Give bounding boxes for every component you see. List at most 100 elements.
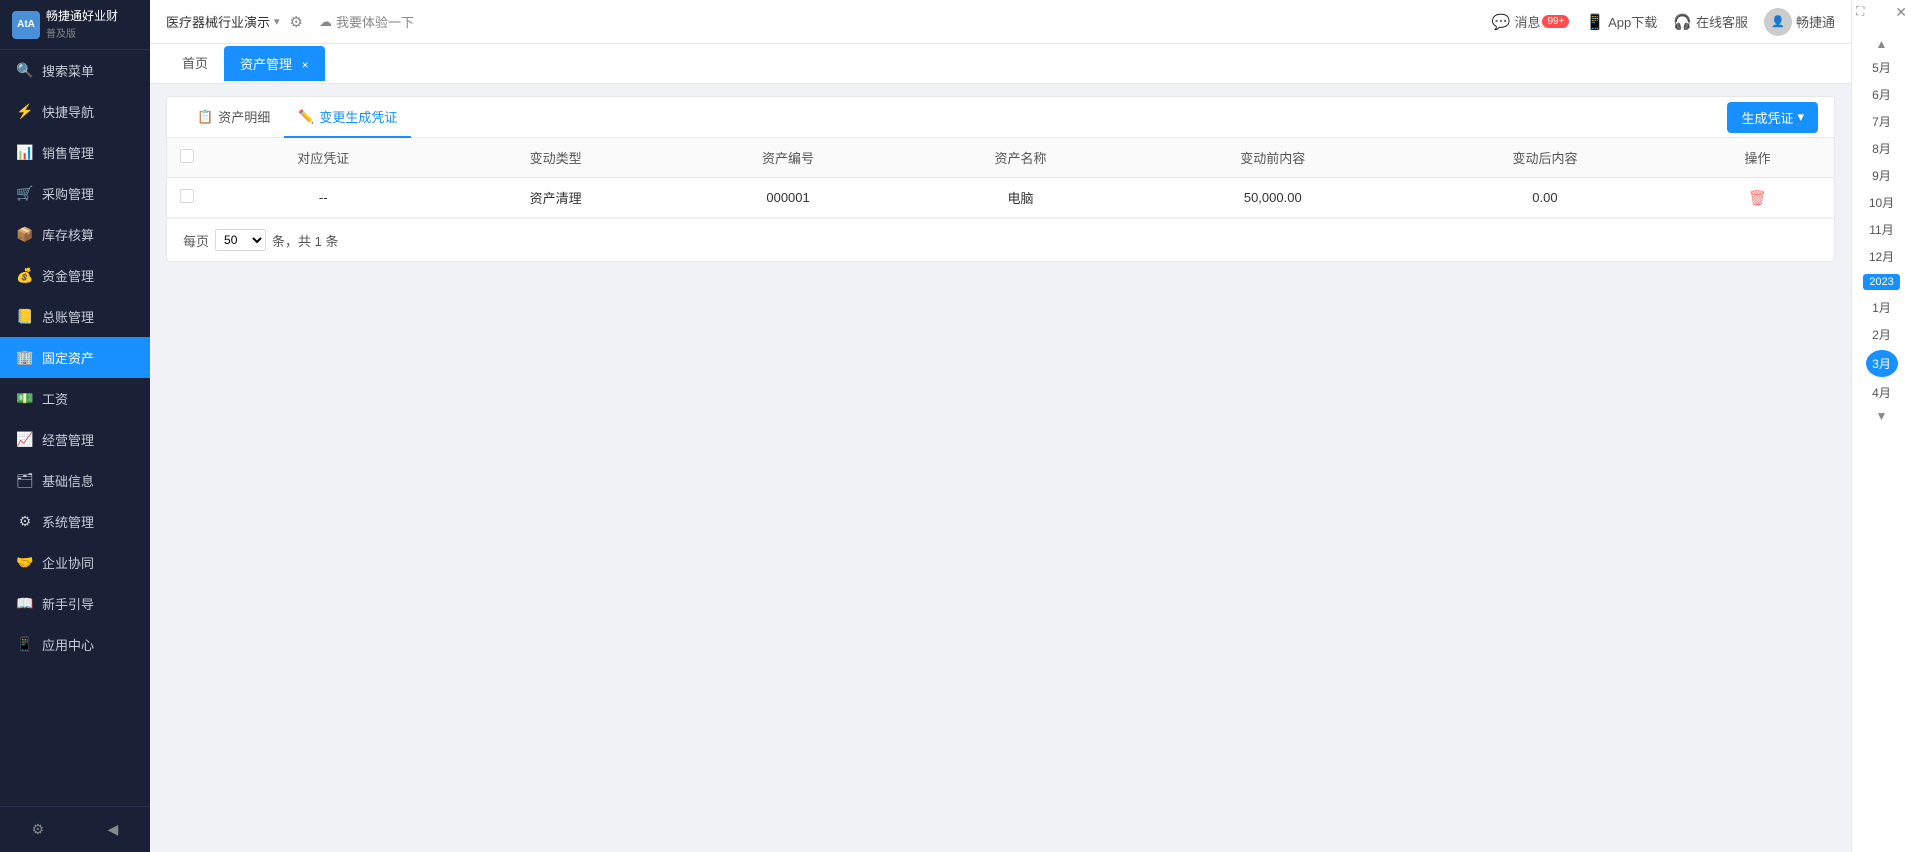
logo-subtitle: 普及版	[46, 25, 118, 40]
col-checkbox	[167, 138, 207, 178]
sidebar-label-search: 搜索菜单	[42, 61, 94, 80]
generate-voucher-label: 生成凭证	[1741, 108, 1793, 127]
row-asset-code-0: 000001	[672, 178, 904, 218]
sidebar-settings-btn[interactable]: ⚙	[22, 815, 55, 844]
customer-service-action[interactable]: 🎧 在线客服	[1673, 12, 1748, 31]
delete-row-0[interactable]: 🗑	[1748, 190, 1767, 207]
tab-asset-mgmt-label: 资产管理	[240, 57, 292, 72]
sales-icon: 📊	[16, 144, 34, 162]
topbar-experience[interactable]: ☁ 我要体验一下	[319, 12, 414, 31]
sidebar-label-funds: 资金管理	[42, 266, 94, 285]
sidebar-item-system[interactable]: ⚙ 系统管理	[0, 501, 150, 542]
messages-icon: 💬	[1492, 13, 1511, 31]
user-name: 畅捷通	[1796, 12, 1835, 31]
sidebar-item-basic-info[interactable]: 🗂 基础信息	[0, 460, 150, 501]
month-12[interactable]: 12月	[1857, 243, 1907, 270]
sidebar-label-app-center: 应用中心	[42, 635, 94, 654]
month-8[interactable]: 8月	[1857, 135, 1907, 162]
table-row: -- 资产清理 000001 电脑 50,000.00 0.00 🗑	[167, 178, 1834, 218]
tab-asset-mgmt[interactable]: 资产管理 ×	[224, 46, 325, 81]
sidebar-item-sales[interactable]: 📊 销售管理	[0, 132, 150, 173]
right-panel-close-icon[interactable]: ✕	[1895, 4, 1907, 21]
sidebar-item-purchase[interactable]: 🛒 采购管理	[0, 173, 150, 214]
right-panel: ✕ ⛶ ▲ 5月 6月 7月 8月 9月 10月 11月 12月 2023 1月…	[1851, 0, 1911, 852]
logo-icon: AtA	[12, 11, 40, 39]
system-icon: ⚙	[16, 513, 34, 531]
change-voucher-icon: ✏️	[298, 109, 314, 125]
row-after-change-0: 0.00	[1409, 178, 1681, 218]
sidebar-item-search[interactable]: 🔍 搜索菜单	[0, 50, 150, 91]
tab-close-icon[interactable]: ×	[302, 58, 309, 72]
sidebar-item-quick-nav[interactable]: ⚡ 快捷导航	[0, 91, 150, 132]
logo-initials: AtA	[17, 19, 35, 30]
sidebar-item-app-center[interactable]: 📱 应用中心	[0, 624, 150, 665]
messages-label: 消息	[1514, 12, 1540, 31]
customer-service-icon: 🎧	[1673, 13, 1692, 31]
app-download-action[interactable]: 📱 App下载	[1585, 12, 1657, 31]
subtab-change-voucher[interactable]: ✏️ 变更生成凭证	[284, 97, 411, 138]
sidebar-item-inventory[interactable]: 📦 库存核算	[0, 214, 150, 255]
tab-home-label: 首页	[182, 56, 208, 71]
topbar: 医疗器械行业演示 ▾ ⚙ ☁ 我要体验一下 💬 消息 99+ 📱 App下载 🎧…	[150, 0, 1851, 44]
generate-voucher-button[interactable]: 生成凭证 ▾	[1727, 102, 1818, 133]
month-2[interactable]: 2月	[1857, 321, 1907, 348]
generate-chevron-icon: ▾	[1797, 109, 1804, 125]
month-1[interactable]: 1月	[1857, 294, 1907, 321]
per-page-select[interactable]: 50 10 20 100	[215, 229, 266, 251]
company-chevron-icon: ▾	[274, 15, 280, 28]
month-9[interactable]: 9月	[1857, 162, 1907, 189]
col-before-change: 变动前内容	[1137, 138, 1409, 178]
user-action[interactable]: 👤 畅捷通	[1764, 8, 1835, 36]
year-badge[interactable]: 2023	[1863, 274, 1899, 290]
sidebar-item-funds[interactable]: 💰 资金管理	[0, 255, 150, 296]
sidebar-label-payroll: 工资	[42, 389, 68, 408]
payroll-icon: 💵	[16, 390, 34, 408]
right-panel-expand-icon[interactable]: ⛶	[1856, 4, 1864, 19]
month-6[interactable]: 6月	[1857, 81, 1907, 108]
operations-icon: 📈	[16, 431, 34, 449]
sidebar-label-basic-info: 基础信息	[42, 471, 94, 490]
panel-up-btn[interactable]: ▲	[1872, 34, 1892, 54]
sidebar-item-ledger[interactable]: 📒 总账管理	[0, 296, 150, 337]
table-body: -- 资产清理 000001 电脑 50,000.00 0.00 🗑	[167, 178, 1834, 218]
experience-text: 我要体验一下	[336, 12, 414, 31]
cloud-icon: ☁	[319, 14, 332, 30]
subtab-asset-detail[interactable]: 📋 资产明细	[183, 97, 284, 138]
month-5[interactable]: 5月	[1857, 54, 1907, 81]
messages-action[interactable]: 💬 消息 99+	[1492, 12, 1570, 31]
month-3-active[interactable]: 3月	[1866, 350, 1898, 377]
sidebar-item-operations[interactable]: 📈 经营管理	[0, 419, 150, 460]
avatar: 👤	[1764, 8, 1792, 36]
sidebar: AtA 畅捷通好业财 普及版 🔍 搜索菜单 ⚡ 快捷导航 📊 销售管理 🛒 采购…	[0, 0, 150, 852]
sidebar-logo: AtA 畅捷通好业财 普及版	[0, 0, 150, 50]
month-11[interactable]: 11月	[1857, 216, 1907, 243]
total-count-label: 条，共 1 条	[272, 231, 338, 250]
sidebar-item-enterprise[interactable]: 🤝 企业协同	[0, 542, 150, 583]
topbar-settings-icon[interactable]: ⚙	[290, 13, 303, 31]
app-download-icon: 📱	[1585, 13, 1604, 31]
row-checkbox-0[interactable]	[180, 189, 194, 203]
panel-down-btn[interactable]: ▼	[1872, 406, 1892, 426]
sidebar-item-guide[interactable]: 📖 新手引导	[0, 583, 150, 624]
search-icon: 🔍	[16, 62, 34, 80]
company-name: 医疗器械行业演示	[166, 12, 270, 31]
fixed-assets-icon: 🏢	[16, 349, 34, 367]
sidebar-collapse-btn[interactable]: ◀	[98, 815, 129, 844]
topbar-company[interactable]: 医疗器械行业演示 ▾	[166, 12, 280, 31]
ledger-icon: 📒	[16, 308, 34, 326]
tab-home[interactable]: 首页	[166, 45, 224, 82]
month-10[interactable]: 10月	[1857, 189, 1907, 216]
month-7[interactable]: 7月	[1857, 108, 1907, 135]
content-area: 📋 资产明细 ✏️ 变更生成凭证 生成凭证 ▾	[150, 84, 1851, 852]
nav-tabs: 首页 资产管理 ×	[150, 44, 1851, 84]
sidebar-item-fixed-assets[interactable]: 🏢 固定资产	[0, 337, 150, 378]
month-4[interactable]: 4月	[1857, 379, 1907, 406]
header-checkbox[interactable]	[180, 149, 194, 163]
quick-nav-icon: ⚡	[16, 103, 34, 121]
sidebar-label-ledger: 总账管理	[42, 307, 94, 326]
sidebar-label-system: 系统管理	[42, 512, 94, 531]
sidebar-label-fixed-assets: 固定资产	[42, 348, 94, 367]
per-page-label: 每页	[183, 231, 209, 250]
topbar-left: 医疗器械行业演示 ▾ ⚙ ☁ 我要体验一下	[166, 12, 1492, 31]
sidebar-item-payroll[interactable]: 💵 工资	[0, 378, 150, 419]
